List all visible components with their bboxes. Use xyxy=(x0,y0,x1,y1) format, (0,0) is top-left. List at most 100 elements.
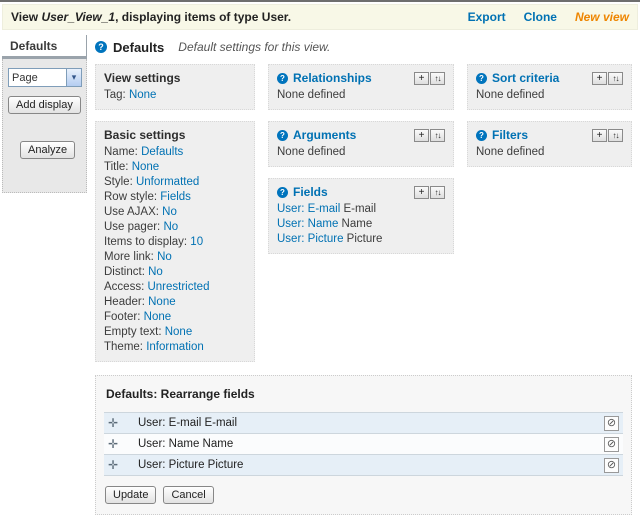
setting-value-link[interactable]: No xyxy=(157,251,172,263)
add-icon[interactable]: + xyxy=(592,128,607,142)
setting-footer: Footer: None xyxy=(104,310,246,325)
setting-label: Theme: xyxy=(104,341,143,353)
setting-theme: Theme: Information xyxy=(104,340,246,355)
fields-box: ? Fields + ↑↓ User: E-mail E-mail User: … xyxy=(268,178,454,254)
arguments-box: ? Arguments + ↑↓ None defined xyxy=(268,121,454,167)
setting-value-link[interactable]: None xyxy=(144,311,172,323)
view-name: User_View_1 xyxy=(41,10,116,24)
tab-defaults[interactable]: Defaults xyxy=(2,35,87,56)
add-icon[interactable]: + xyxy=(414,185,429,199)
drag-handle-icon[interactable]: ✛ xyxy=(108,458,126,472)
setting-more-link: More link: No xyxy=(104,250,246,265)
row-label: User: Name Name xyxy=(138,438,234,450)
add-icon[interactable]: + xyxy=(414,71,429,85)
sort-criteria-box: ? Sort criteria + ↑↓ None defined xyxy=(467,64,632,110)
help-icon[interactable]: ? xyxy=(277,186,288,198)
setting-label: Title: xyxy=(104,161,129,173)
view-title-suffix: , displaying items of type User. xyxy=(115,10,292,24)
drag-handle-icon[interactable]: ✛ xyxy=(108,437,126,451)
update-button[interactable]: Update xyxy=(105,486,157,504)
setting-value-link[interactable]: None xyxy=(148,296,176,308)
field-link[interactable]: User: E-mail xyxy=(277,203,340,215)
fields-title-link[interactable]: Fields xyxy=(293,185,328,199)
cancel-button[interactable]: Cancel xyxy=(163,486,214,504)
settings-columns: View settings Tag: None Basic settings N… xyxy=(95,64,632,373)
setting-value-link[interactable]: None xyxy=(129,89,157,101)
setting-value-link[interactable]: Defaults xyxy=(141,146,183,158)
filters-empty-text: None defined xyxy=(476,146,545,158)
setting-value-link[interactable]: Unrestricted xyxy=(147,281,209,293)
export-link[interactable]: Export xyxy=(468,10,506,24)
filters-box: ? Filters + ↑↓ None defined xyxy=(467,121,632,167)
column-3: ? Sort criteria + ↑↓ None defined ? Filt… xyxy=(467,64,632,373)
relationships-header: ? Relationships + ↑↓ xyxy=(277,71,445,85)
setting-use-ajax: Use AJAX: No xyxy=(104,205,246,220)
view-settings-title: View settings xyxy=(104,71,181,85)
help-icon[interactable]: ? xyxy=(95,41,107,53)
add-icon[interactable]: + xyxy=(414,128,429,142)
field-item: User: Picture Picture xyxy=(277,232,445,247)
display-sidebar: Defaults Page ▾ Add display Analyze xyxy=(2,35,87,515)
setting-value-link[interactable]: Unformatted xyxy=(136,176,199,188)
view-summary-bar: View User_View_1, displaying items of ty… xyxy=(2,4,638,30)
setting-label: Footer: xyxy=(104,311,141,323)
views-ui-main: Defaults Page ▾ Add display Analyze ? De… xyxy=(2,35,638,515)
view-title-prefix: View xyxy=(11,10,42,24)
setting-value-link[interactable]: No xyxy=(163,221,178,233)
display-type-select[interactable]: Page ▾ xyxy=(8,68,82,87)
help-icon[interactable]: ? xyxy=(277,129,288,141)
setting-value-link[interactable]: None xyxy=(132,161,160,173)
setting-value-link[interactable]: No xyxy=(162,206,177,218)
help-icon[interactable]: ? xyxy=(277,72,288,84)
analyze-button[interactable]: Analyze xyxy=(20,141,76,159)
help-icon[interactable]: ? xyxy=(476,72,487,84)
field-link[interactable]: User: Picture xyxy=(277,233,343,245)
clone-link[interactable]: Clone xyxy=(524,10,557,24)
form-actions: Update Cancel xyxy=(104,476,623,506)
rearrange-icon[interactable]: ↑↓ xyxy=(430,185,445,199)
setting-label: Empty text: xyxy=(104,326,162,338)
drag-handle-icon[interactable]: ✛ xyxy=(108,416,126,430)
add-display-button[interactable]: Add display xyxy=(8,96,81,114)
setting-value-link[interactable]: Information xyxy=(146,341,204,353)
setting-label: Name: xyxy=(104,146,138,158)
setting-label: Distinct: xyxy=(104,266,145,278)
views-ui-page: View User_View_1, displaying items of ty… xyxy=(0,0,640,515)
field-link[interactable]: User: Name xyxy=(277,218,338,230)
remove-icon[interactable]: ⊘ xyxy=(604,436,619,452)
setting-style: Style: Unformatted xyxy=(104,175,246,190)
sort-criteria-title-link[interactable]: Sort criteria xyxy=(492,71,559,85)
arguments-header: ? Arguments + ↑↓ xyxy=(277,128,445,142)
display-settings-content: ? Defaults Default settings for this vie… xyxy=(87,35,638,515)
setting-value-link[interactable]: Fields xyxy=(160,191,191,203)
new-view-link[interactable]: New view xyxy=(575,10,629,24)
setting-title: Title: None xyxy=(104,160,246,175)
setting-empty-text: Empty text: None xyxy=(104,325,246,340)
relationships-title-link[interactable]: Relationships xyxy=(293,71,372,85)
sort-criteria-header: ? Sort criteria + ↑↓ xyxy=(476,71,623,85)
remove-icon[interactable]: ⊘ xyxy=(604,457,619,473)
rearrange-icon[interactable]: ↑↓ xyxy=(608,71,623,85)
rearrange-table: ✛ User: E-mail E-mail ⊘ ✛ User: Name Nam… xyxy=(104,412,623,476)
help-icon[interactable]: ? xyxy=(476,129,487,141)
view-settings-box: View settings Tag: None xyxy=(95,64,255,110)
field-label: Picture xyxy=(343,233,383,245)
remove-icon[interactable]: ⊘ xyxy=(604,415,619,431)
filters-title-link[interactable]: Filters xyxy=(492,128,528,142)
add-icon[interactable]: + xyxy=(592,71,607,85)
rearrange-icon[interactable]: ↑↓ xyxy=(608,128,623,142)
rearrange-icon[interactable]: ↑↓ xyxy=(430,128,445,142)
setting-value-link[interactable]: No xyxy=(148,266,163,278)
setting-label: Items to display: xyxy=(104,236,188,248)
rearrange-icon[interactable]: ↑↓ xyxy=(430,71,445,85)
setting-value-link[interactable]: None xyxy=(165,326,193,338)
add-display-panel: Page ▾ Add display Analyze xyxy=(2,59,87,193)
setting-value-link[interactable]: 10 xyxy=(190,236,203,248)
field-label: Name xyxy=(338,218,373,230)
arguments-empty-text: None defined xyxy=(277,146,346,158)
setting-tag: Tag: None xyxy=(104,88,246,103)
arguments-title-link[interactable]: Arguments xyxy=(293,128,356,142)
display-header: ? Defaults Default settings for this vie… xyxy=(95,35,632,59)
view-actions: Export Clone New view xyxy=(468,10,629,24)
setting-label: More link: xyxy=(104,251,154,263)
